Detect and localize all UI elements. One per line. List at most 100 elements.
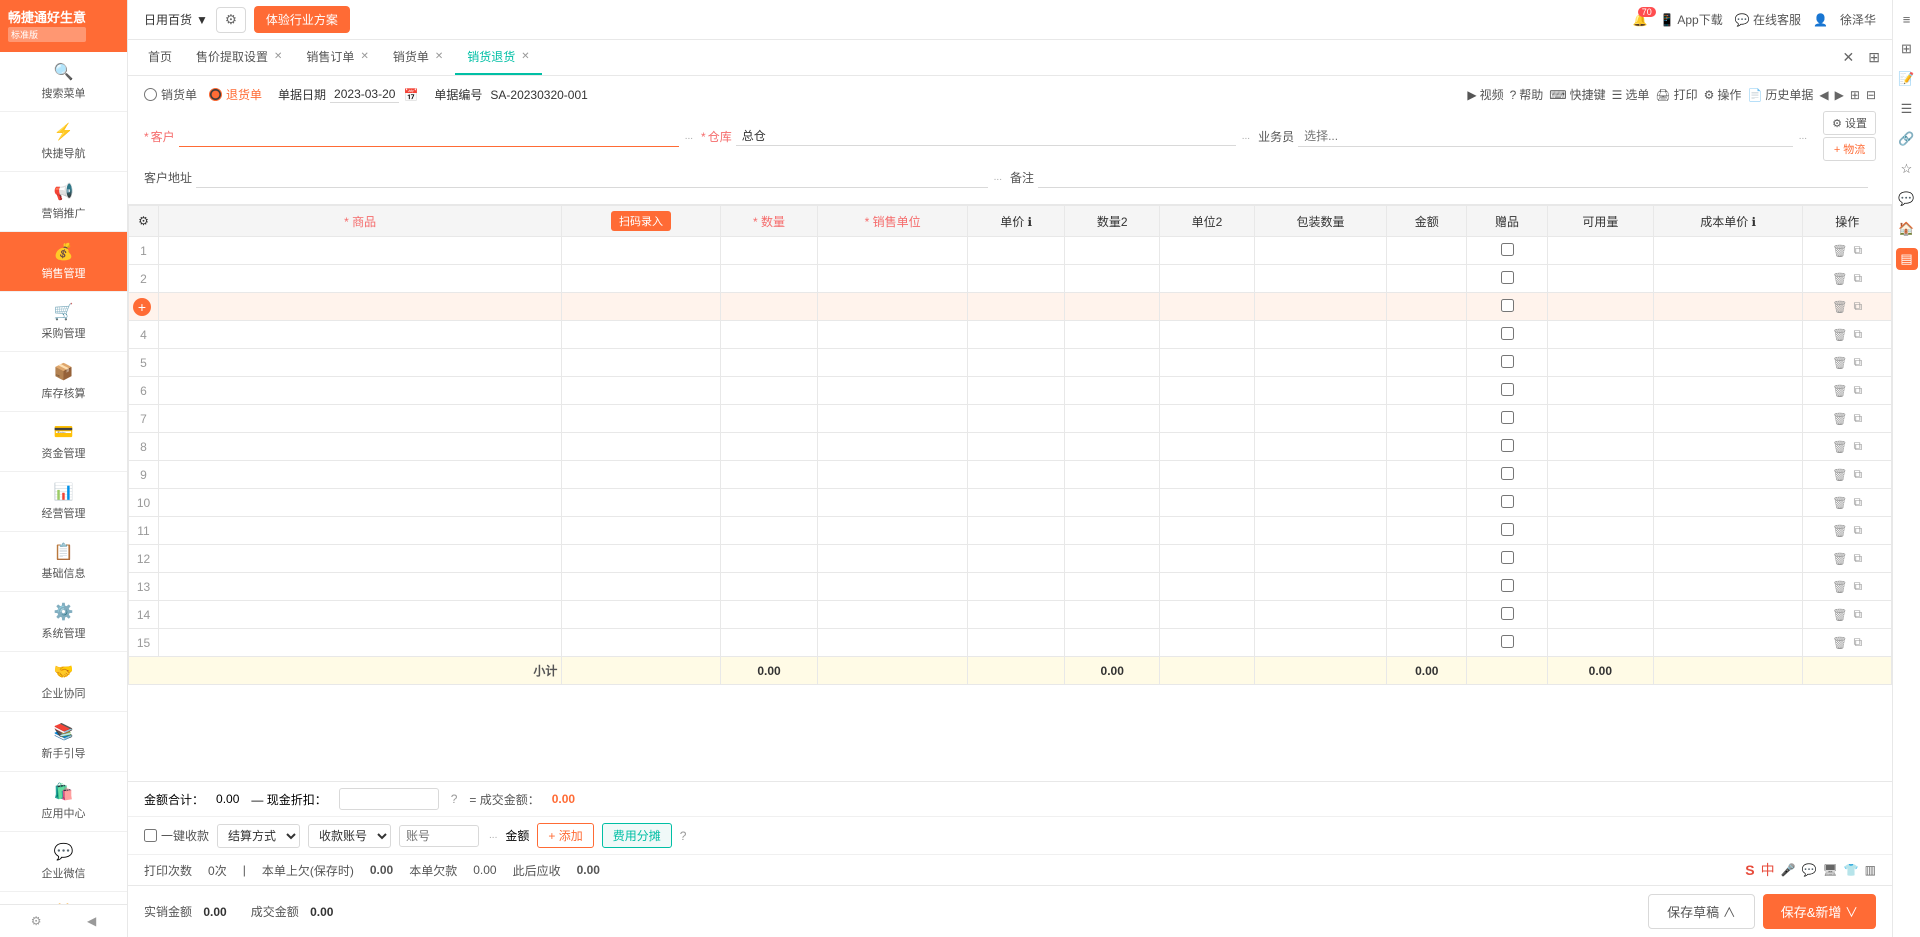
available-cell-11[interactable] <box>1547 517 1653 545</box>
staff-input[interactable] <box>1298 126 1793 147</box>
unit-cell-7[interactable] <box>818 405 968 433</box>
tab-close-sales_order[interactable]: ✕ <box>360 51 368 62</box>
cost-price-cell-4[interactable] <box>1653 321 1802 349</box>
gift-checkbox-2[interactable] <box>1501 271 1514 284</box>
delete-row-btn-4[interactable]: 🗑 <box>1831 326 1848 343</box>
tab-close-sales_delivery[interactable]: ✕ <box>435 51 443 62</box>
action-operation[interactable]: ⚙ 操作 <box>1704 86 1742 103</box>
price-cell-5[interactable] <box>967 349 1064 377</box>
gift-cell-6[interactable] <box>1467 377 1547 405</box>
delete-row-btn-6[interactable]: 🗑 <box>1831 382 1848 399</box>
gift-checkbox-5[interactable] <box>1501 355 1514 368</box>
bottom-icon-mic[interactable]: 🎤 <box>1781 863 1796 877</box>
delete-row-btn-9[interactable]: 🗑 <box>1831 466 1848 483</box>
product-input-10[interactable] <box>163 495 557 510</box>
qty-cell-10[interactable] <box>720 489 818 517</box>
available-cell-4[interactable] <box>1547 321 1653 349</box>
amount-cell-6[interactable] <box>1387 377 1467 405</box>
unit-cell-9[interactable] <box>818 461 968 489</box>
gift-cell-12[interactable] <box>1467 545 1547 573</box>
gift-cell-4[interactable] <box>1467 321 1547 349</box>
copy-row-btn-9[interactable]: ⧉ <box>1853 466 1864 483</box>
pkg-cell-13[interactable] <box>1254 573 1386 601</box>
qty2-cell-11[interactable] <box>1065 517 1160 545</box>
product-input-15[interactable] <box>163 635 557 650</box>
gift-cell-2[interactable] <box>1467 265 1547 293</box>
qty-cell-6[interactable] <box>720 377 818 405</box>
price-cell-3[interactable] <box>967 293 1064 321</box>
unit2-cell-1[interactable] <box>1160 237 1255 265</box>
unit2-cell-6[interactable] <box>1160 377 1255 405</box>
date-picker-icon[interactable]: 📅 <box>403 88 418 102</box>
cost-price-cell-1[interactable] <box>1653 237 1802 265</box>
qty2-cell-10[interactable] <box>1065 489 1160 517</box>
unit-cell-6[interactable] <box>818 377 968 405</box>
amount-cell-4[interactable] <box>1387 321 1467 349</box>
delete-row-btn-14[interactable]: 🗑 <box>1831 606 1848 623</box>
product-cell-5[interactable] <box>159 349 562 377</box>
sidebar-item-purchase[interactable]: 🛒采购管理 <box>0 292 127 352</box>
gift-checkbox-1[interactable] <box>1501 243 1514 256</box>
amount-cell-9[interactable] <box>1387 461 1467 489</box>
qty2-cell-6[interactable] <box>1065 377 1160 405</box>
price-cell-13[interactable] <box>967 573 1064 601</box>
product-input-9[interactable] <box>163 467 557 482</box>
delete-row-btn-1[interactable]: 🗑 <box>1831 242 1848 259</box>
product-input-14[interactable] <box>163 607 557 622</box>
amount-cell-2[interactable] <box>1387 265 1467 293</box>
amount-cell-12[interactable] <box>1387 545 1467 573</box>
gift-cell-8[interactable] <box>1467 433 1547 461</box>
product-cell-1[interactable] <box>159 237 562 265</box>
gift-checkbox-14[interactable] <box>1501 607 1514 620</box>
pkg-cell-7[interactable] <box>1254 405 1386 433</box>
unit-cell-11[interactable] <box>818 517 968 545</box>
amount-cell-14[interactable] <box>1387 601 1467 629</box>
gift-checkbox-10[interactable] <box>1501 495 1514 508</box>
pkg-cell-11[interactable] <box>1254 517 1386 545</box>
bottom-icon-screen[interactable]: 🖥 <box>1822 863 1837 877</box>
product-input-7[interactable] <box>163 411 557 426</box>
amount-cell-11[interactable] <box>1387 517 1467 545</box>
customer-input[interactable] <box>179 126 679 147</box>
qty2-cell-1[interactable] <box>1065 237 1160 265</box>
delete-row-btn-3[interactable]: 🗑 <box>1831 298 1848 315</box>
add-row-btn[interactable]: + <box>133 298 151 316</box>
cost-price-cell-14[interactable] <box>1653 601 1802 629</box>
fee-help-icon[interactable]: ? <box>680 829 687 843</box>
sidebar-item-finance[interactable]: 💳资金管理 <box>0 412 127 472</box>
delete-row-btn-11[interactable]: 🗑 <box>1831 522 1848 539</box>
available-cell-8[interactable] <box>1547 433 1653 461</box>
product-cell-13[interactable] <box>159 573 562 601</box>
logistics-button[interactable]: + 物流 <box>1823 137 1876 161</box>
unit2-cell-8[interactable] <box>1160 433 1255 461</box>
copy-row-btn-8[interactable]: ⧉ <box>1853 438 1864 455</box>
copy-row-btn-14[interactable]: ⧉ <box>1853 606 1864 623</box>
available-cell-15[interactable] <box>1547 629 1653 657</box>
sidebar-item-shortcut[interactable]: ⚡快捷导航 <box>0 112 127 172</box>
col-scan[interactable]: 扫码录入 <box>562 206 720 237</box>
one-click-checkbox[interactable] <box>144 829 157 842</box>
copy-row-btn-6[interactable]: ⧉ <box>1853 382 1864 399</box>
qty-cell-5[interactable] <box>720 349 818 377</box>
pkg-cell-4[interactable] <box>1254 321 1386 349</box>
delete-row-btn-15[interactable]: 🗑 <box>1831 634 1848 651</box>
sidebar-item-appstore[interactable]: 🛍️应用中心 <box>0 772 127 832</box>
product-input-2[interactable] <box>163 271 557 286</box>
price-cell-7[interactable] <box>967 405 1064 433</box>
scan-btn[interactable]: 扫码录入 <box>611 211 671 231</box>
available-cell-7[interactable] <box>1547 405 1653 433</box>
unit-cell-12[interactable] <box>818 545 968 573</box>
qty2-cell-3[interactable] <box>1065 293 1160 321</box>
notification-bell[interactable]: 🔔 70 <box>1633 13 1648 27</box>
cost-price-cell-7[interactable] <box>1653 405 1802 433</box>
product-cell-6[interactable] <box>159 377 562 405</box>
available-cell-13[interactable] <box>1547 573 1653 601</box>
tab-sales_order[interactable]: 销售订单✕ <box>294 40 380 75</box>
unit2-cell-14[interactable] <box>1160 601 1255 629</box>
gift-checkbox-12[interactable] <box>1501 551 1514 564</box>
cost-price-cell-15[interactable] <box>1653 629 1802 657</box>
qty2-cell-2[interactable] <box>1065 265 1160 293</box>
gift-cell-9[interactable] <box>1467 461 1547 489</box>
price-cell-14[interactable] <box>967 601 1064 629</box>
sidebar-item-cooperation[interactable]: 🤝企业协同 <box>0 652 127 712</box>
